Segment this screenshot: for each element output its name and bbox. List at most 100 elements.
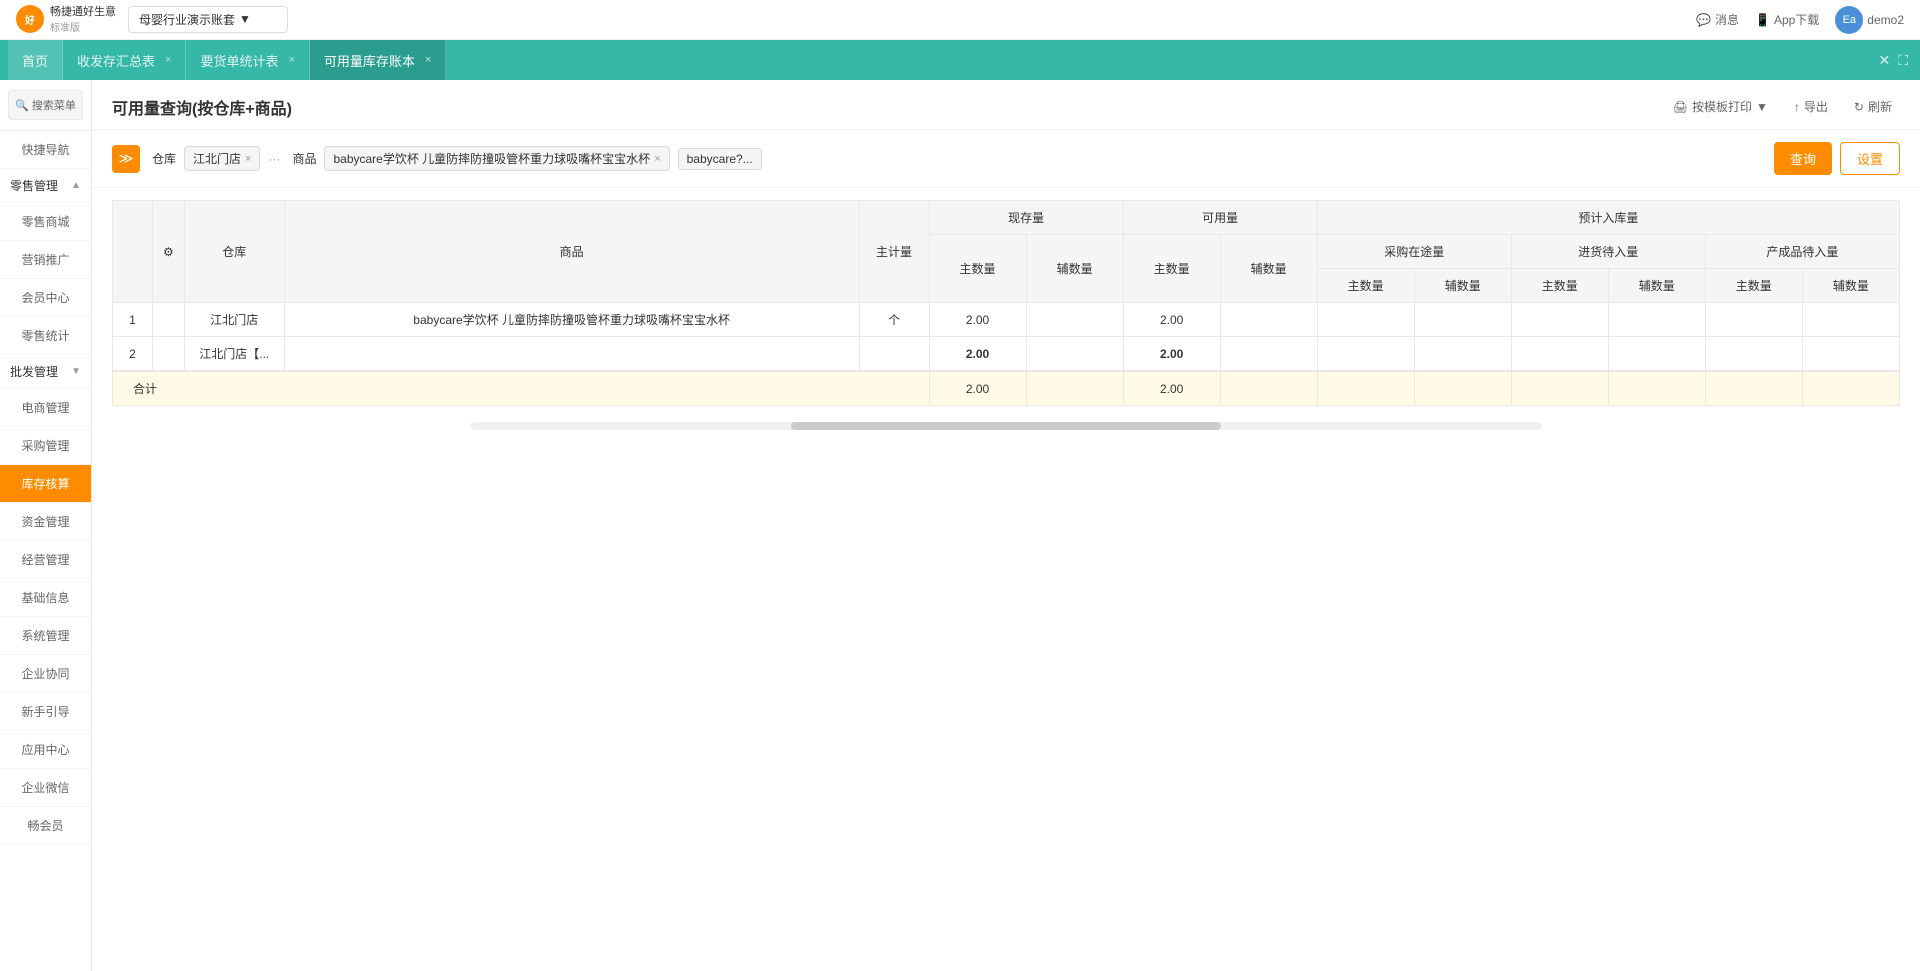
tab-order-stat-label: 要货单统计表 [200, 51, 278, 70]
sidebar-item-new-guide-label: 新手引导 [21, 705, 69, 719]
row1-incoming-aux [1608, 303, 1705, 337]
tab-home[interactable]: 首页 [8, 40, 63, 80]
sidebar-item-wholesale-mgmt[interactable]: 批发管理 ▼ [0, 355, 91, 389]
sidebar-item-ecommerce-label: 电商管理 [21, 401, 69, 415]
row1-purchase-main [1317, 303, 1414, 337]
row2-current-main: 2.00 [929, 337, 1026, 372]
row1-current-main: 2.00 [929, 303, 1026, 337]
sidebar-item-quick-nav[interactable]: 快捷导航 [0, 131, 91, 169]
filter-toggle-btn[interactable]: ≫ [112, 145, 140, 173]
sidebar-search-area: 🔍 搜索菜单 [0, 80, 91, 131]
sidebar-item-enterprise-collab[interactable]: 企业协同 [0, 655, 91, 693]
query-button[interactable]: 查询 [1774, 142, 1832, 175]
row1-current-aux [1026, 303, 1123, 337]
org-name: 母婴行业演示账套 [139, 11, 235, 28]
sidebar-item-retail-shop[interactable]: 零售商城 [0, 203, 91, 241]
logo-text-area: 畅捷通好生意 标准版 [50, 5, 116, 34]
nav-fullscreen-btn[interactable]: ⛶ [1898, 52, 1908, 69]
sidebar-item-new-guide[interactable]: 新手引导 [0, 693, 91, 731]
sidebar-item-purchase-label: 采购管理 [21, 439, 69, 453]
sidebar-item-member[interactable]: 畅会员 [0, 807, 91, 845]
print-btn[interactable]: 🖨 按模板打印 ▼ [1665, 94, 1776, 119]
row2-purchase-aux [1414, 337, 1511, 372]
tab-receive-pay[interactable]: 收发存汇总表 × [63, 40, 186, 80]
total-purchase-main [1317, 371, 1414, 406]
total-avail-main: 2.00 [1123, 371, 1220, 406]
sidebar-item-purchase[interactable]: 采购管理 [0, 427, 91, 465]
filter-product-tag2[interactable]: babycare?... [678, 148, 762, 170]
th-avail-aux: 辅数量 [1220, 235, 1317, 303]
filter-product-tag1-remove[interactable]: × [654, 153, 660, 165]
sidebar-search-btn[interactable]: 🔍 搜索菜单 [8, 90, 83, 120]
settings-icon: ⚙ [163, 245, 174, 259]
sidebar-item-inventory[interactable]: 库存核算 [0, 465, 91, 503]
logo-sub: 标准版 [50, 19, 116, 34]
row1-product: babycare学饮杯 儿童防摔防撞吸管杯重力球吸嘴杯宝宝水杯 [284, 303, 859, 337]
sidebar-item-enterprise-wechat[interactable]: 企业微信 [0, 769, 91, 807]
logo-text: 畅捷通好生意 [50, 5, 116, 19]
filter-warehouse-tag[interactable]: 江北门店 × [184, 146, 260, 171]
row1-product-main [1705, 303, 1802, 337]
nav-close-btn[interactable]: ✕ [1878, 52, 1890, 69]
filter-warehouse-remove[interactable]: × [245, 153, 251, 165]
sidebar-item-member-label: 畅会员 [27, 819, 63, 833]
row2-current-aux [1026, 337, 1123, 372]
total-incoming-main [1511, 371, 1608, 406]
chevron-down-icon: ▼ [71, 366, 81, 377]
th-product: 商品 [284, 201, 859, 303]
row1-avail-main: 2.00 [1123, 303, 1220, 337]
nav-tabs: 首页 收发存汇总表 × 要货单统计表 × 可用量库存账本 × ✕ ⛶ [0, 40, 1920, 80]
sidebar-item-system-label: 系统管理 [21, 629, 69, 643]
refresh-btn[interactable]: ↻ 刷新 [1846, 94, 1900, 119]
row2-unit [859, 337, 929, 372]
sidebar: 🔍 搜索菜单 快捷导航 零售管理 ▲ 零售商城 营销推广 会员中心 零售统计 批… [0, 80, 92, 971]
sidebar-item-retail-stat[interactable]: 零售统计 [0, 317, 91, 355]
sidebar-item-enterprise-collab-label: 企业协同 [21, 667, 69, 681]
row1-product-aux [1802, 303, 1899, 337]
settings-button[interactable]: 设置 [1840, 142, 1900, 175]
app-download-action[interactable]: 📱 App下载 [1755, 11, 1819, 28]
sidebar-item-system[interactable]: 系统管理 [0, 617, 91, 655]
th-available-group: 可用量 [1123, 201, 1317, 235]
sidebar-item-ecommerce[interactable]: 电商管理 [0, 389, 91, 427]
user-menu[interactable]: Ea demo2 [1835, 6, 1904, 34]
message-action[interactable]: 💬 消息 [1696, 11, 1739, 28]
th-settings[interactable]: ⚙ [153, 201, 185, 303]
row2-product-main [1705, 337, 1802, 372]
sidebar-item-app-center[interactable]: 应用中心 [0, 731, 91, 769]
printer-icon: 🖨 [1673, 100, 1688, 114]
org-arrow: ▼ [239, 12, 251, 26]
th-product-pending-group: 产成品待入量 [1705, 235, 1899, 269]
sidebar-item-finance[interactable]: 资金管理 [0, 503, 91, 541]
sidebar-item-member-center[interactable]: 会员中心 [0, 279, 91, 317]
tab-order-stat[interactable]: 要货单统计表 × [186, 40, 309, 80]
sidebar-item-finance-label: 资金管理 [21, 515, 69, 529]
tab-available-ledger[interactable]: 可用量库存账本 × [310, 40, 446, 80]
tab-available-ledger-close[interactable]: × [425, 54, 431, 66]
sidebar-item-business-mgmt[interactable]: 经营管理 [0, 541, 91, 579]
table-row: 1 江北门店 babycare学饮杯 儿童防摔防撞吸管杯重力球吸嘴杯宝宝水杯 个… [113, 303, 1900, 337]
total-incoming-aux [1608, 371, 1705, 406]
phone-icon: 📱 [1755, 13, 1770, 27]
row2-incoming-aux [1608, 337, 1705, 372]
sidebar-item-marketing-label: 营销推广 [21, 253, 69, 267]
sidebar-item-marketing[interactable]: 营销推广 [0, 241, 91, 279]
sidebar-item-basic-info[interactable]: 基础信息 [0, 579, 91, 617]
message-label: 消息 [1715, 11, 1739, 28]
filter-warehouse-more[interactable]: ··· [268, 152, 280, 166]
org-selector[interactable]: 母婴行业演示账套 ▼ [128, 6, 288, 33]
th-product-aux: 辅数量 [1802, 269, 1899, 303]
row1-check [153, 303, 185, 337]
sidebar-item-retail-mgmt[interactable]: 零售管理 ▲ [0, 169, 91, 203]
filter-actions: 查询 设置 [1774, 142, 1900, 175]
scroll-thumb[interactable] [791, 422, 1220, 430]
filter-product-tag1[interactable]: babycare学饮杯 儿童防摔防撞吸管杯重力球吸嘴杯宝宝水杯 × [324, 146, 669, 171]
page-header: 可用量查询(按仓库+商品) 🖨 按模板打印 ▼ ↑ 导出 ↻ 刷新 [92, 80, 1920, 130]
tab-receive-pay-close[interactable]: × [165, 54, 171, 66]
table-row: 2 江北门店【... 2.00 2.00 [113, 337, 1900, 372]
tab-order-stat-close[interactable]: × [288, 54, 294, 66]
page-title: 可用量查询(按仓库+商品) [112, 95, 292, 119]
row1-purchase-aux [1414, 303, 1511, 337]
export-btn[interactable]: ↑ 导出 [1786, 94, 1836, 119]
th-purchase-main: 主数量 [1317, 269, 1414, 303]
